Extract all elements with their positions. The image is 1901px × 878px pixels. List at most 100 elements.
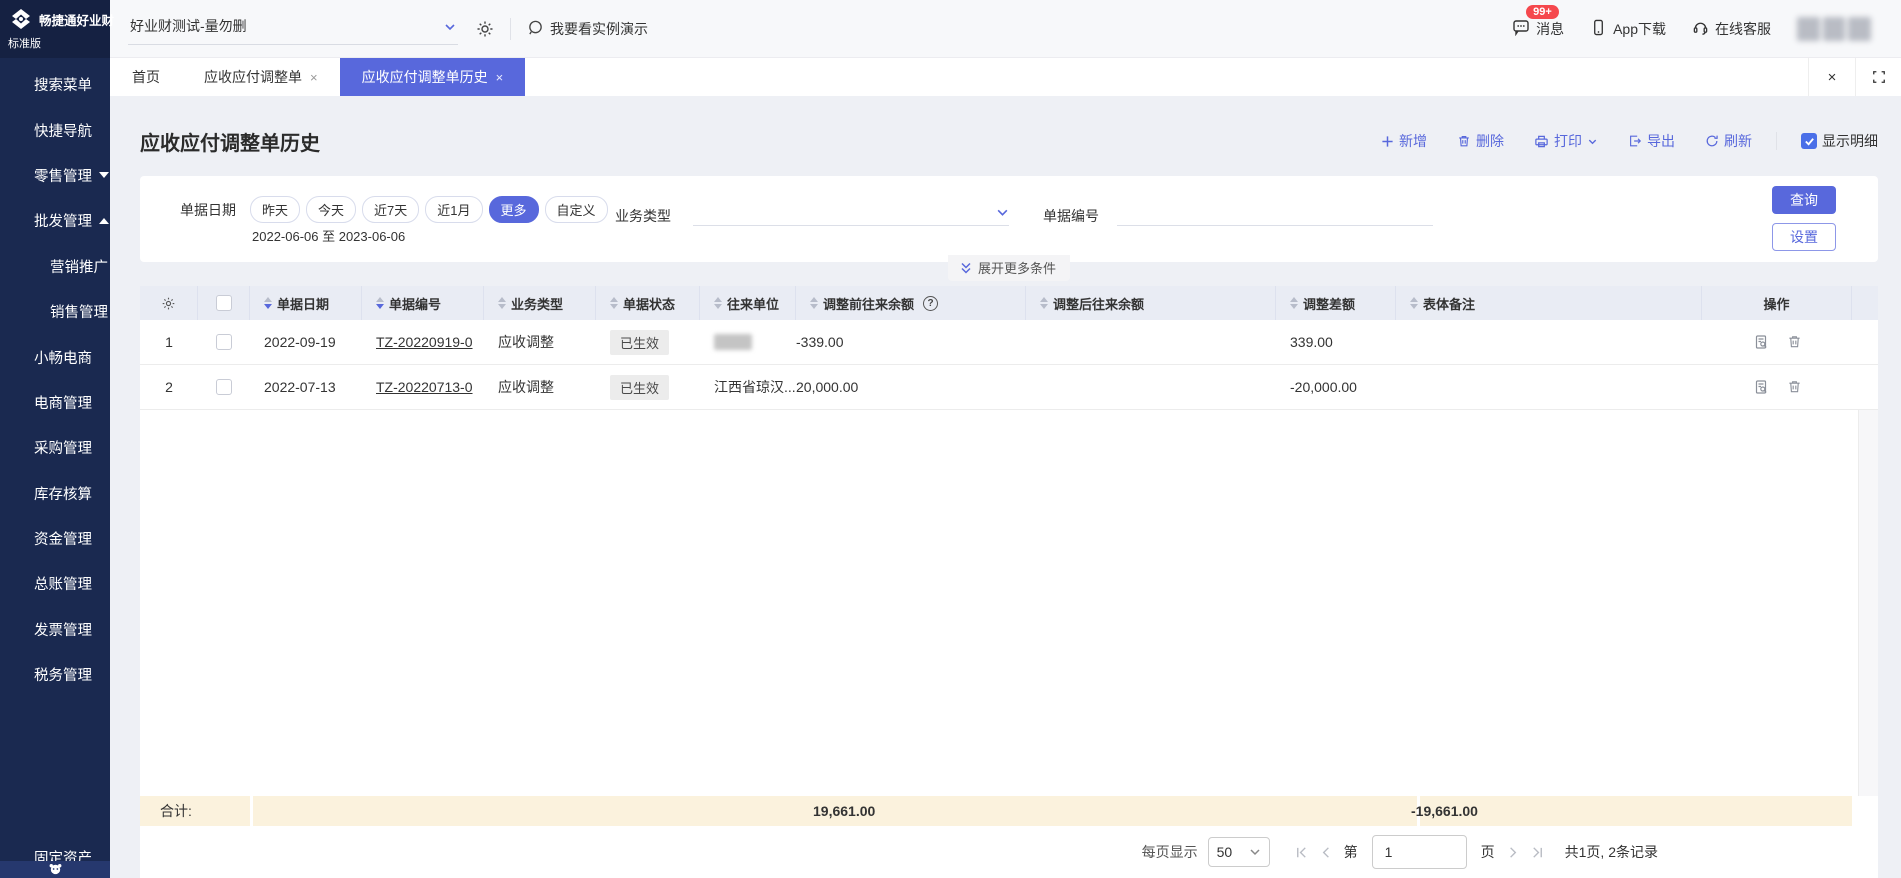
close-page-icon[interactable]: × xyxy=(1809,58,1855,96)
sort-icons[interactable] xyxy=(610,297,618,309)
sort-icons[interactable] xyxy=(810,297,818,309)
column-header-biztype[interactable]: 业务类型 xyxy=(484,286,596,320)
online-support-button[interactable]: 在线客服 xyxy=(1692,19,1771,39)
sidebar-item-wholesale[interactable]: 批发管理 xyxy=(0,198,110,243)
sidebar-item-xiaochang-ecom[interactable]: 小畅电商 xyxy=(0,334,110,379)
page-number-input[interactable]: 1 xyxy=(1371,835,1467,869)
pill-custom[interactable]: 自定义 xyxy=(544,196,608,223)
view-detail-icon[interactable] xyxy=(1753,334,1769,350)
column-header-after-balance[interactable]: 调整后往来余额 xyxy=(1026,286,1276,320)
sidebar-item-retail[interactable]: 零售管理 xyxy=(0,153,110,198)
doc-no-link[interactable]: TZ-20220713-0 xyxy=(376,379,473,395)
totals-row: 合计: 19,661.00 -19,661.00 xyxy=(140,796,1878,826)
data-table: 单据日期 单据编号 业务类型 单据状态 往来单位 调整前往来余额 ? 调整后往来… xyxy=(140,286,1878,878)
export-button[interactable]: 导出 xyxy=(1628,131,1675,151)
demo-link[interactable]: 我要看实例演示 xyxy=(527,19,648,39)
sort-icons[interactable] xyxy=(376,297,384,309)
topbar: 好业财测试-量勿删 我要看实例演示 99+ 消息 App下载 在线客服 xyxy=(110,0,1901,58)
sort-icons[interactable] xyxy=(1290,297,1298,309)
table-row[interactable]: 1 2022-09-19 TZ-20220919-0 应收调整 已生效 -339… xyxy=(140,320,1878,365)
account-name: 好业财测试-量勿删 xyxy=(130,18,247,34)
delete-row-icon[interactable] xyxy=(1787,334,1802,350)
doc-no-link[interactable]: TZ-20220919-0 xyxy=(376,334,473,350)
prev-page-icon[interactable] xyxy=(1319,845,1334,860)
sidebar-item-funds[interactable]: 资金管理 xyxy=(0,516,110,561)
fullscreen-icon[interactable] xyxy=(1855,58,1901,96)
print-button[interactable]: 打印 xyxy=(1534,131,1598,151)
chevron-down-icon xyxy=(1588,139,1597,144)
view-detail-icon[interactable] xyxy=(1753,379,1769,395)
add-button[interactable]: 新增 xyxy=(1381,131,1427,151)
page-prefix: 第 xyxy=(1343,844,1358,860)
next-page-icon[interactable] xyxy=(1505,845,1520,860)
sidebar-item-inventory[interactable]: 库存核算 xyxy=(0,471,110,516)
expand-more-conditions[interactable]: 展开更多条件 xyxy=(947,255,1071,281)
sidebar-item-search-menu[interactable]: 搜索菜单 xyxy=(0,62,110,107)
pill-more[interactable]: 更多 xyxy=(488,196,539,223)
date-range-value[interactable]: 2022-06-06 至 2023-06-06 xyxy=(252,226,608,245)
column-header-date[interactable]: 单据日期 xyxy=(250,286,362,320)
per-page-select[interactable]: 50 xyxy=(1207,837,1270,867)
column-header-docno[interactable]: 单据编号 xyxy=(362,286,484,320)
pagination: 每页显示 50 第 1 页 共1页, 2条记录 xyxy=(140,826,1878,878)
sidebar-item-invoice[interactable]: 发票管理 xyxy=(0,607,110,652)
sort-icons[interactable] xyxy=(714,297,722,309)
date-quick-pills: 昨天 今天 近7天 近1月 更多 自定义 xyxy=(250,196,608,223)
table-row[interactable]: 2 2022-07-13 TZ-20220713-0 应收调整 已生效 江西省琼… xyxy=(140,365,1878,410)
sort-icons[interactable] xyxy=(498,297,506,309)
docno-input[interactable] xyxy=(1117,200,1433,226)
column-header-status[interactable]: 单据状态 xyxy=(596,286,700,320)
gear-icon[interactable] xyxy=(476,20,494,38)
date-filter-label: 单据日期 xyxy=(180,202,236,218)
column-header-remark[interactable]: 表体备注 xyxy=(1396,286,1702,320)
close-icon[interactable]: × xyxy=(310,70,318,85)
column-settings-gear-icon[interactable] xyxy=(140,286,198,320)
assistant-bar[interactable] xyxy=(0,861,110,878)
sort-icons[interactable] xyxy=(264,297,272,309)
close-icon[interactable]: × xyxy=(496,70,504,85)
sidebar-item-ecommerce[interactable]: 电商管理 xyxy=(0,380,110,425)
pill-yesterday[interactable]: 昨天 xyxy=(250,196,301,223)
sidebar-item-marketing[interactable]: 营销推广 xyxy=(0,244,110,289)
headset-icon xyxy=(1692,19,1709,39)
last-page-icon[interactable] xyxy=(1530,845,1545,860)
tab-adjustment-doc[interactable]: 应收应付调整单 × xyxy=(182,58,340,96)
app-download-button[interactable]: App下载 xyxy=(1590,19,1666,39)
sort-icons[interactable] xyxy=(1410,297,1418,309)
pill-last1month[interactable]: 近1月 xyxy=(425,196,483,223)
show-detail-checkbox[interactable]: 显示明细 xyxy=(1801,131,1878,151)
docno-label: 单据编号 xyxy=(1043,208,1099,224)
tab-adjustment-history[interactable]: 应收应付调整单历史 × xyxy=(339,58,526,96)
refresh-icon xyxy=(1706,135,1718,147)
sort-icons[interactable] xyxy=(1040,297,1048,309)
first-page-icon[interactable] xyxy=(1294,845,1309,860)
account-selector[interactable]: 好业财测试-量勿删 xyxy=(128,12,458,45)
sidebar-item-purchase[interactable]: 采购管理 xyxy=(0,425,110,470)
delete-row-icon[interactable] xyxy=(1787,379,1802,395)
delete-button[interactable]: 删除 xyxy=(1457,131,1504,151)
column-header-diff[interactable]: 调整差额 xyxy=(1276,286,1396,320)
messages-button[interactable]: 99+ 消息 xyxy=(1512,5,1564,39)
column-header-before-balance[interactable]: 调整前往来余额 ? xyxy=(796,286,1026,320)
biztype-select[interactable] xyxy=(693,200,1009,226)
messages-badge: 99+ xyxy=(1526,5,1559,19)
sidebar-item-ledger[interactable]: 总账管理 xyxy=(0,561,110,606)
demo-icon xyxy=(527,19,544,39)
select-all-checkbox[interactable] xyxy=(215,295,232,311)
sidebar-item-tax[interactable]: 税务管理 xyxy=(0,652,110,697)
sidebar-item-quick-nav[interactable]: 快捷导航 xyxy=(0,107,110,152)
row-checkbox[interactable] xyxy=(216,334,232,350)
table-scrollbar[interactable] xyxy=(1858,410,1878,796)
user-name-blurred[interactable] xyxy=(1797,16,1872,41)
search-button[interactable]: 查询 xyxy=(1772,186,1836,214)
tab-home[interactable]: 首页 xyxy=(110,58,182,96)
row-checkbox[interactable] xyxy=(216,379,232,395)
help-icon[interactable]: ? xyxy=(923,295,939,311)
pill-today[interactable]: 今天 xyxy=(306,196,357,223)
refresh-button[interactable]: 刷新 xyxy=(1705,131,1752,151)
sidebar-item-sales[interactable]: 销售管理 xyxy=(0,289,110,334)
settings-button[interactable]: 设置 xyxy=(1772,223,1836,251)
column-header-partner[interactable]: 往来单位 xyxy=(700,286,796,320)
cell-biztype: 应收调整 xyxy=(498,334,554,350)
pill-last7days[interactable]: 近7天 xyxy=(362,196,420,223)
